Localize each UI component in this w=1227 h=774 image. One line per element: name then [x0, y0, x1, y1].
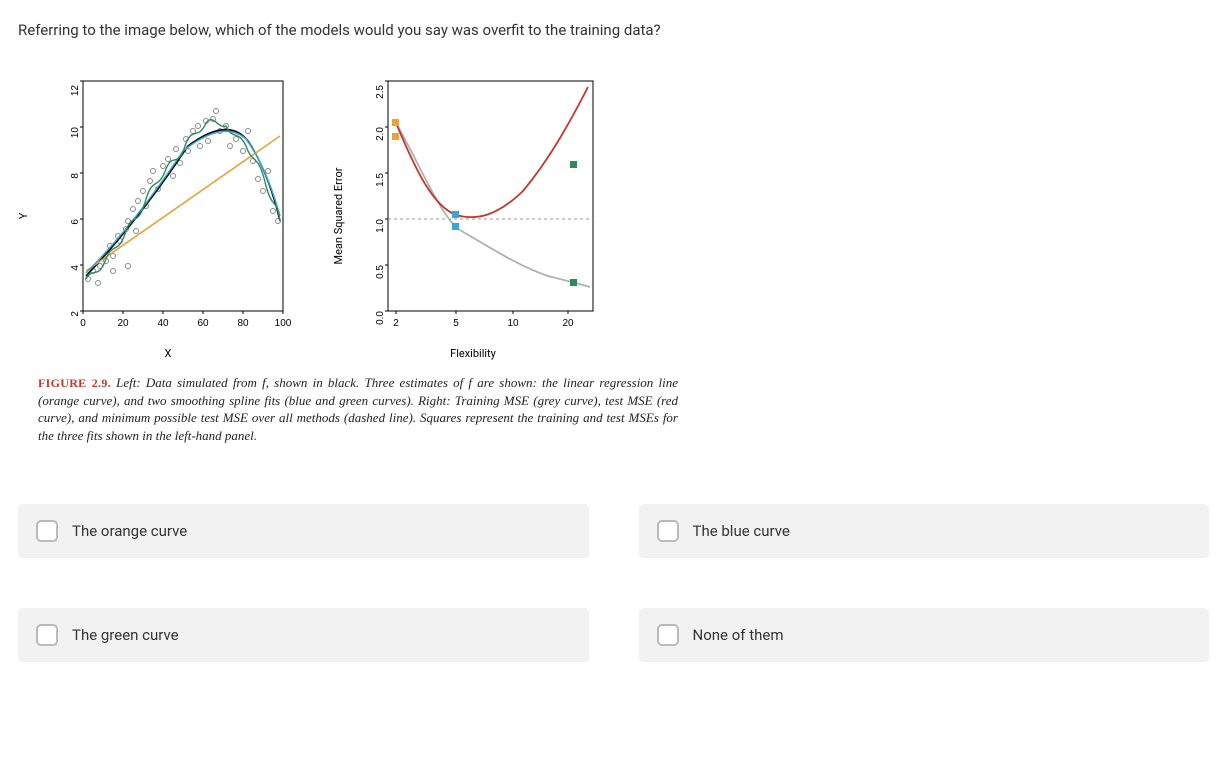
answer-option-green[interactable]: The green curve — [18, 608, 589, 662]
svg-text:6: 6 — [70, 219, 81, 225]
right-chart-svg: 0.0 0.5 1.0 1.5 2.0 2.5 2 — [338, 71, 608, 341]
svg-text:0.0: 0.0 — [375, 311, 386, 325]
answer-label: None of them — [693, 626, 784, 644]
checkbox-icon[interactable] — [36, 624, 58, 646]
figure-label: FIGURE 2.9. — [38, 376, 111, 390]
checkbox-icon[interactable] — [657, 520, 679, 542]
answer-option-none[interactable]: None of them — [639, 608, 1210, 662]
svg-text:0.5: 0.5 — [375, 265, 386, 279]
svg-text:10: 10 — [507, 318, 519, 329]
left-chart: Y 2 4 6 8 10 12 — [38, 71, 298, 360]
checkbox-icon[interactable] — [657, 624, 679, 646]
svg-text:2: 2 — [70, 311, 81, 317]
svg-text:100: 100 — [275, 318, 292, 329]
right-y-axis-label: Mean Squared Error — [332, 167, 345, 264]
svg-text:12: 12 — [70, 85, 81, 97]
checkbox-icon[interactable] — [36, 520, 58, 542]
svg-text:40: 40 — [157, 318, 169, 329]
figure-caption-text: Left: Data simulated from f, shown in bl… — [38, 375, 678, 443]
answer-label: The blue curve — [693, 522, 790, 540]
left-y-axis-label: Y — [17, 212, 30, 219]
answer-option-blue[interactable]: The blue curve — [639, 504, 1210, 558]
svg-text:10: 10 — [70, 127, 81, 139]
svg-text:80: 80 — [237, 318, 249, 329]
svg-text:2.5: 2.5 — [375, 85, 386, 99]
answer-option-orange[interactable]: The orange curve — [18, 504, 589, 558]
answer-grid: The orange curve The blue curve The gree… — [18, 504, 1209, 662]
svg-text:0: 0 — [80, 318, 86, 329]
svg-text:2: 2 — [393, 318, 399, 329]
left-x-axis-label: X — [38, 347, 298, 360]
svg-text:20: 20 — [562, 318, 574, 329]
svg-text:20: 20 — [117, 318, 129, 329]
charts-row: Y 2 4 6 8 10 12 — [38, 71, 1209, 360]
svg-text:1.5: 1.5 — [375, 173, 386, 187]
svg-text:5: 5 — [453, 318, 459, 329]
figure-container: Y 2 4 6 8 10 12 — [38, 71, 1209, 444]
svg-text:1.0: 1.0 — [375, 219, 386, 233]
svg-text:8: 8 — [70, 173, 81, 179]
svg-text:60: 60 — [197, 318, 209, 329]
answer-label: The orange curve — [72, 522, 187, 540]
svg-text:2.0: 2.0 — [375, 127, 386, 141]
question-prompt: Referring to the image below, which of t… — [18, 20, 1209, 41]
right-x-axis-label: Flexibility — [338, 347, 608, 360]
figure-caption: FIGURE 2.9. Left: Data simulated from f,… — [38, 374, 678, 444]
svg-text:4: 4 — [70, 265, 81, 271]
right-chart: Mean Squared Error 0.0 0.5 1.0 1.5 2.0 2… — [338, 71, 608, 360]
left-chart-svg: 2 4 6 8 10 12 0 20 — [38, 71, 298, 341]
answer-label: The green curve — [72, 626, 179, 644]
